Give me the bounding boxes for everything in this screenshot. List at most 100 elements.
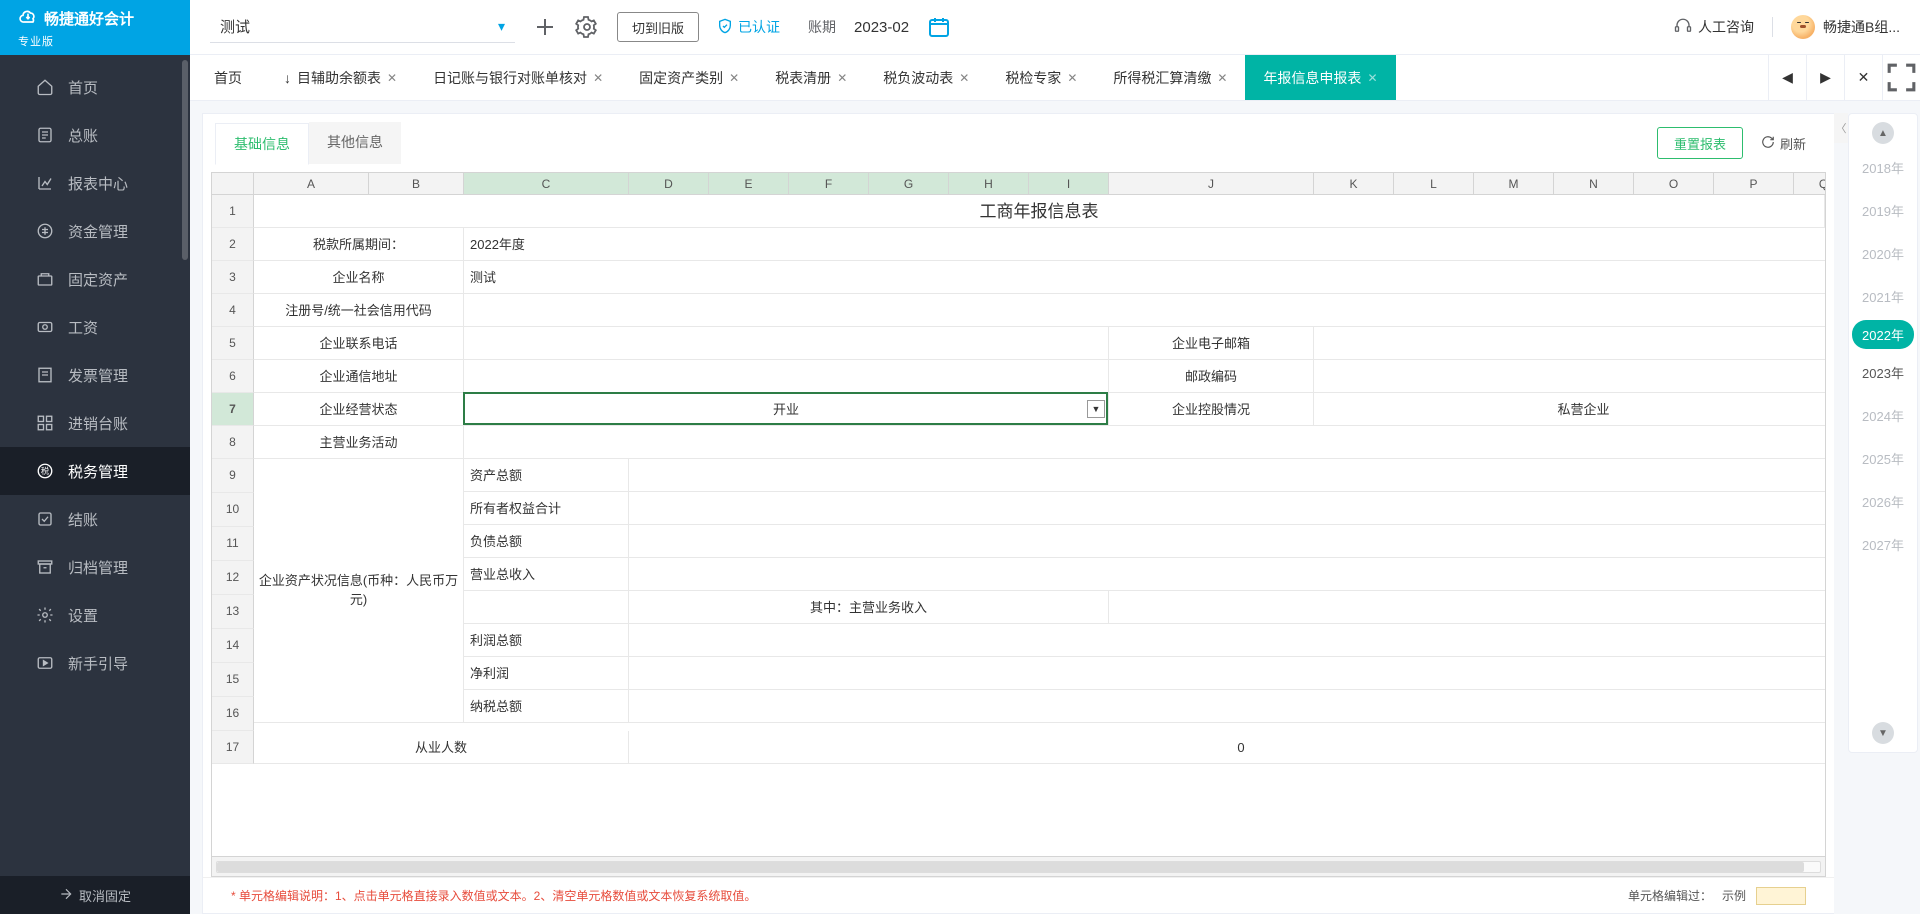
- close-icon[interactable]: ✕: [1217, 71, 1227, 85]
- cell[interactable]: [1314, 360, 1825, 393]
- tab-5[interactable]: 税检专家✕: [987, 55, 1095, 100]
- cell[interactable]: 所有者权益合计: [464, 492, 629, 525]
- calendar-icon[interactable]: [927, 15, 951, 39]
- tab-4[interactable]: 税负波动表✕: [865, 55, 987, 100]
- cell[interactable]: 主营业务活动: [254, 426, 464, 459]
- cell[interactable]: 企业控股情况: [1109, 393, 1314, 426]
- cell[interactable]: 利润总额: [464, 624, 629, 657]
- tab-close-all[interactable]: ✕: [1844, 55, 1882, 100]
- close-icon[interactable]: ✕: [593, 71, 603, 85]
- close-icon[interactable]: ✕: [837, 71, 847, 85]
- col-header-K[interactable]: K: [1314, 173, 1394, 194]
- row-header-12[interactable]: 12: [212, 561, 254, 595]
- col-header-M[interactable]: M: [1474, 173, 1554, 194]
- year-2023年[interactable]: 2023年: [1862, 353, 1904, 392]
- sidebar-item-salary[interactable]: 工资: [0, 303, 190, 351]
- col-header-Q[interactable]: Q: [1794, 173, 1826, 194]
- reset-report-button[interactable]: 重置报表: [1657, 127, 1743, 159]
- subtab-1[interactable]: 其他信息: [309, 122, 401, 164]
- row-header-9[interactable]: 9: [212, 459, 254, 493]
- select-all-corner[interactable]: [212, 173, 254, 194]
- year-2022年[interactable]: 2022年: [1852, 320, 1914, 349]
- cell[interactable]: [629, 558, 1825, 591]
- cell[interactable]: 营业总收入: [464, 558, 629, 591]
- year-2024年[interactable]: 2024年: [1862, 396, 1904, 435]
- settings-icon-button[interactable]: [575, 15, 599, 39]
- year-2021年[interactable]: 2021年: [1862, 277, 1904, 316]
- row-header-1[interactable]: 1: [212, 195, 254, 228]
- cell[interactable]: [629, 459, 1825, 492]
- cell[interactable]: 注册号/统一社会信用代码: [254, 294, 464, 327]
- sidebar-item-money[interactable]: 资金管理: [0, 207, 190, 255]
- row-header-14[interactable]: 14: [212, 629, 254, 663]
- fullscreen-button[interactable]: [1882, 55, 1920, 100]
- cell[interactable]: 净利润: [464, 657, 629, 690]
- year-panel-collapse[interactable]: 〈: [1834, 113, 1848, 143]
- cell[interactable]: [464, 426, 1825, 459]
- sidebar-item-asset[interactable]: 固定资产: [0, 255, 190, 303]
- row-header-17[interactable]: 17: [212, 731, 254, 764]
- horizontal-scrollbar[interactable]: [212, 856, 1825, 876]
- col-header-H[interactable]: H: [949, 173, 1029, 194]
- cell[interactable]: [464, 294, 1825, 327]
- cell[interactable]: [1314, 327, 1825, 360]
- cell[interactable]: 企业名称: [254, 261, 464, 294]
- row-header-3[interactable]: 3: [212, 261, 254, 294]
- cell[interactable]: 资产总额: [464, 459, 629, 492]
- cell[interactable]: [629, 690, 1825, 723]
- cell[interactable]: 邮政编码: [1109, 360, 1314, 393]
- add-button[interactable]: [533, 15, 557, 39]
- close-icon[interactable]: ✕: [729, 71, 739, 85]
- cell[interactable]: 开业: [464, 393, 1109, 426]
- cell[interactable]: [629, 657, 1825, 690]
- unpin-button[interactable]: 取消固定: [0, 876, 190, 914]
- col-header-I[interactable]: I: [1029, 173, 1109, 194]
- close-icon[interactable]: ✕: [1067, 71, 1077, 85]
- account-selector[interactable]: 测试 ▾: [210, 11, 515, 43]
- refresh-button[interactable]: 刷新: [1761, 134, 1806, 153]
- tab-3[interactable]: 税表清册✕: [757, 55, 865, 100]
- row-header-7[interactable]: 7: [212, 393, 254, 426]
- col-header-E[interactable]: E: [709, 173, 789, 194]
- tab-1[interactable]: 日记账与银行对账单核对✕: [415, 55, 621, 100]
- cell[interactable]: 纳税总额: [464, 690, 629, 723]
- year-2027年[interactable]: 2027年: [1862, 525, 1904, 564]
- cell[interactable]: 私营企业: [1314, 393, 1825, 426]
- cell[interactable]: [464, 591, 629, 624]
- tab-0[interactable]: ↓目辅助余额表✕: [266, 55, 415, 100]
- row-header-2[interactable]: 2: [212, 228, 254, 261]
- col-header-F[interactable]: F: [789, 173, 869, 194]
- sidebar-scrollbar[interactable]: [182, 60, 188, 260]
- col-header-N[interactable]: N: [1554, 173, 1634, 194]
- cell[interactable]: 企业经营状态: [254, 393, 464, 426]
- sidebar-item-guide[interactable]: 新手引导: [0, 639, 190, 687]
- tab-scroll-left[interactable]: ◀: [1768, 55, 1806, 100]
- close-icon[interactable]: ✕: [1367, 71, 1377, 85]
- row-header-10[interactable]: 10: [212, 493, 254, 527]
- year-2020年[interactable]: 2020年: [1862, 234, 1904, 273]
- cell[interactable]: 企业通信地址: [254, 360, 464, 393]
- col-header-J[interactable]: J: [1109, 173, 1314, 194]
- sidebar-item-settings[interactable]: 设置: [0, 591, 190, 639]
- subtab-0[interactable]: 基础信息: [215, 123, 309, 165]
- sidebar-item-invoice[interactable]: 发票管理: [0, 351, 190, 399]
- row-header-13[interactable]: 13: [212, 595, 254, 629]
- col-header-C[interactable]: C: [464, 173, 629, 194]
- row-header-4[interactable]: 4: [212, 294, 254, 327]
- sidebar-item-chart[interactable]: 报表中心: [0, 159, 190, 207]
- cell[interactable]: 0: [629, 731, 1825, 764]
- cell[interactable]: [464, 360, 1109, 393]
- year-2019年[interactable]: 2019年: [1862, 191, 1904, 230]
- row-header-11[interactable]: 11: [212, 527, 254, 561]
- consult-button[interactable]: 人工咨询: [1674, 17, 1754, 38]
- cell[interactable]: [629, 525, 1825, 558]
- cell[interactable]: [629, 624, 1825, 657]
- tab-2[interactable]: 固定资产类别✕: [621, 55, 757, 100]
- sidebar-item-close-book[interactable]: 结账: [0, 495, 190, 543]
- cell[interactable]: [464, 327, 1109, 360]
- tab-7[interactable]: 年报信息申报表✕: [1245, 55, 1395, 100]
- spreadsheet[interactable]: ABCDEFGHIJKLMNOPQ 1工商年报信息表2税款所属期间：2022年度…: [211, 172, 1826, 877]
- cell[interactable]: 测试: [464, 261, 1825, 294]
- cell[interactable]: 从业人数: [254, 731, 629, 764]
- cell[interactable]: [1109, 591, 1825, 624]
